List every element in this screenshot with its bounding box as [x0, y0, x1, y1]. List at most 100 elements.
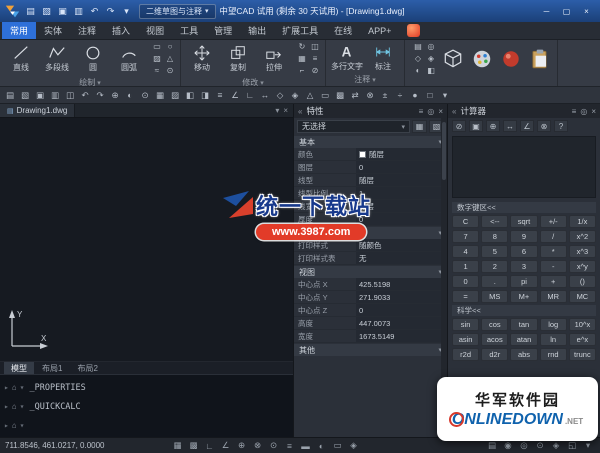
- recent-commands-icon[interactable]: ⌂: [12, 402, 17, 411]
- sci-key-2-3[interactable]: rnd: [539, 348, 567, 361]
- calc-key-0-2[interactable]: sqrt: [510, 215, 538, 228]
- command-dropdown-icon[interactable]: ▾: [20, 402, 25, 411]
- property-value[interactable]: 0: [356, 161, 447, 173]
- insert-block-icon[interactable]: [439, 43, 466, 75]
- maximize-button[interactable]: ▢: [557, 4, 576, 19]
- tab-list-icon[interactable]: ▾: [275, 106, 279, 115]
- property-value[interactable]: 0: [356, 304, 447, 316]
- trim-icon[interactable]: ⌐: [296, 65, 308, 76]
- ortho-toggle[interactable]: ∟: [203, 439, 217, 452]
- ellipse-icon[interactable]: ○: [164, 41, 176, 52]
- sci-key-1-4[interactable]: e^x: [568, 333, 596, 346]
- measure-angle-icon[interactable]: ∠: [520, 120, 534, 132]
- calc-key-5-2[interactable]: M+: [510, 290, 538, 303]
- ribbon-tab-3[interactable]: 插入: [104, 22, 138, 39]
- quick-properties-toggle[interactable]: ▭: [331, 439, 345, 452]
- sci-key-1-3[interactable]: ln: [539, 333, 567, 346]
- color-control-icon[interactable]: ●: [408, 89, 422, 102]
- toggle-value-icon[interactable]: ▦: [412, 120, 427, 133]
- dimension-tool[interactable]: 标注: [366, 43, 400, 72]
- polygon-icon[interactable]: △: [164, 53, 176, 64]
- numpad-header[interactable]: 数字键区<<: [452, 202, 596, 213]
- arc-tool[interactable]: 圆弧: [112, 44, 146, 73]
- layer-off-icon[interactable]: ◎: [425, 41, 437, 52]
- calc-key-4-3[interactable]: +: [539, 275, 567, 288]
- mirror-icon[interactable]: ◫: [309, 41, 321, 52]
- ribbon-tab-0[interactable]: 常用: [2, 22, 37, 39]
- calc-key-2-3[interactable]: *: [539, 245, 567, 258]
- open-icon[interactable]: ▧: [18, 89, 32, 102]
- close-button[interactable]: ×: [577, 4, 596, 19]
- polygon2-icon[interactable]: △: [303, 89, 317, 102]
- property-value[interactable]: 随层: [356, 174, 447, 186]
- panel-collapse-icon[interactable]: «: [452, 107, 456, 116]
- calc-key-0-4[interactable]: 1/x: [568, 215, 596, 228]
- pin-icon[interactable]: ◎: [580, 107, 587, 116]
- minimize-button[interactable]: ─: [537, 4, 556, 19]
- sci-key-0-2[interactable]: tan: [510, 318, 538, 331]
- ribbon-tab-8[interactable]: 扩展工具: [274, 22, 326, 39]
- sci-key-0-1[interactable]: cos: [481, 318, 509, 331]
- calc-key-1-3[interactable]: /: [539, 230, 567, 243]
- prompt-icon[interactable]: ▸: [4, 421, 9, 430]
- calc-key-5-0[interactable]: =: [452, 290, 480, 303]
- save-icon[interactable]: ▣: [55, 4, 70, 18]
- array-icon[interactable]: ▦: [296, 53, 308, 64]
- layer-states-icon[interactable]: ▨: [168, 89, 182, 102]
- block-editor-icon[interactable]: ◈: [288, 89, 302, 102]
- sci-key-2-1[interactable]: d2r: [481, 348, 509, 361]
- offset-icon[interactable]: ≡: [309, 53, 321, 64]
- trim2-icon[interactable]: ⊗: [363, 89, 377, 102]
- osnap-toggle[interactable]: ⊕: [235, 439, 249, 452]
- calc-key-1-0[interactable]: 7: [452, 230, 480, 243]
- selection-cycling-toggle[interactable]: ◈: [347, 439, 361, 452]
- layer-lock2-icon[interactable]: ◨: [198, 89, 212, 102]
- layer-lock-icon[interactable]: ◈: [425, 53, 437, 64]
- layer-freeze-icon[interactable]: ◇: [412, 53, 424, 64]
- sci-key-2-2[interactable]: abs: [510, 348, 538, 361]
- lineweight-toggle[interactable]: ▬: [299, 439, 313, 452]
- calc-key-5-4[interactable]: MC: [568, 290, 596, 303]
- ribbon-tab-2[interactable]: 注释: [70, 22, 104, 39]
- new-file-icon[interactable]: ▤: [23, 4, 38, 18]
- polar-toggle[interactable]: ∠: [219, 439, 233, 452]
- layout-tab-1[interactable]: 布局1: [35, 362, 69, 374]
- calc-key-5-3[interactable]: MR: [539, 290, 567, 303]
- calc-key-2-1[interactable]: 5: [481, 245, 509, 258]
- recent-commands-icon[interactable]: ⌂: [12, 421, 17, 430]
- calc-key-3-3[interactable]: -: [539, 260, 567, 273]
- close-tab-icon[interactable]: ×: [283, 106, 288, 115]
- layer-match-icon[interactable]: ◧: [425, 65, 437, 76]
- paste-icon[interactable]: [526, 43, 553, 75]
- property-value[interactable]: 425.5198: [356, 278, 447, 290]
- point-icon[interactable]: ⊙: [164, 65, 176, 76]
- command-dropdown-icon[interactable]: ▾: [20, 383, 25, 392]
- calc-key-2-4[interactable]: x^3: [568, 245, 596, 258]
- ribbon-tab-5[interactable]: 工具: [172, 22, 206, 39]
- stretch-tool[interactable]: 拉伸: [257, 44, 291, 73]
- panel-close-icon[interactable]: ×: [438, 107, 443, 116]
- copy-tool[interactable]: 复制: [221, 44, 255, 73]
- sci-key-0-3[interactable]: log: [539, 318, 567, 331]
- property-value[interactable]: 447.0073: [356, 317, 447, 329]
- divide-icon[interactable]: ÷: [393, 89, 407, 102]
- panel-collapse-icon[interactable]: «: [298, 107, 302, 116]
- selection-dropdown[interactable]: 无选择 ▾: [297, 120, 410, 133]
- panel-menu-icon[interactable]: ≡: [419, 107, 424, 116]
- distance-icon[interactable]: ↔: [258, 89, 272, 102]
- promo-icon[interactable]: [407, 24, 421, 37]
- ribbon-tab-1[interactable]: 实体: [36, 22, 70, 39]
- calc-key-3-2[interactable]: 3: [510, 260, 538, 273]
- redo-small-icon[interactable]: ↷: [93, 89, 107, 102]
- plot-icon[interactable]: ▥: [71, 4, 86, 18]
- scrollbar-thumb[interactable]: [442, 122, 446, 180]
- zwcad-logo-icon[interactable]: [4, 4, 21, 19]
- layer-properties-icon[interactable]: ▤: [412, 41, 424, 52]
- workspace-switcher[interactable]: 二维草图与注释 ▾: [139, 3, 216, 19]
- undo-small-icon[interactable]: ↶: [78, 89, 92, 102]
- quick-access-dropdown-icon[interactable]: ▾: [119, 4, 134, 18]
- clear-display-icon[interactable]: ⊘: [452, 120, 466, 132]
- calc-key-0-1[interactable]: <--: [481, 215, 509, 228]
- calc-key-3-1[interactable]: 2: [481, 260, 509, 273]
- calc-key-3-4[interactable]: x^y: [568, 260, 596, 273]
